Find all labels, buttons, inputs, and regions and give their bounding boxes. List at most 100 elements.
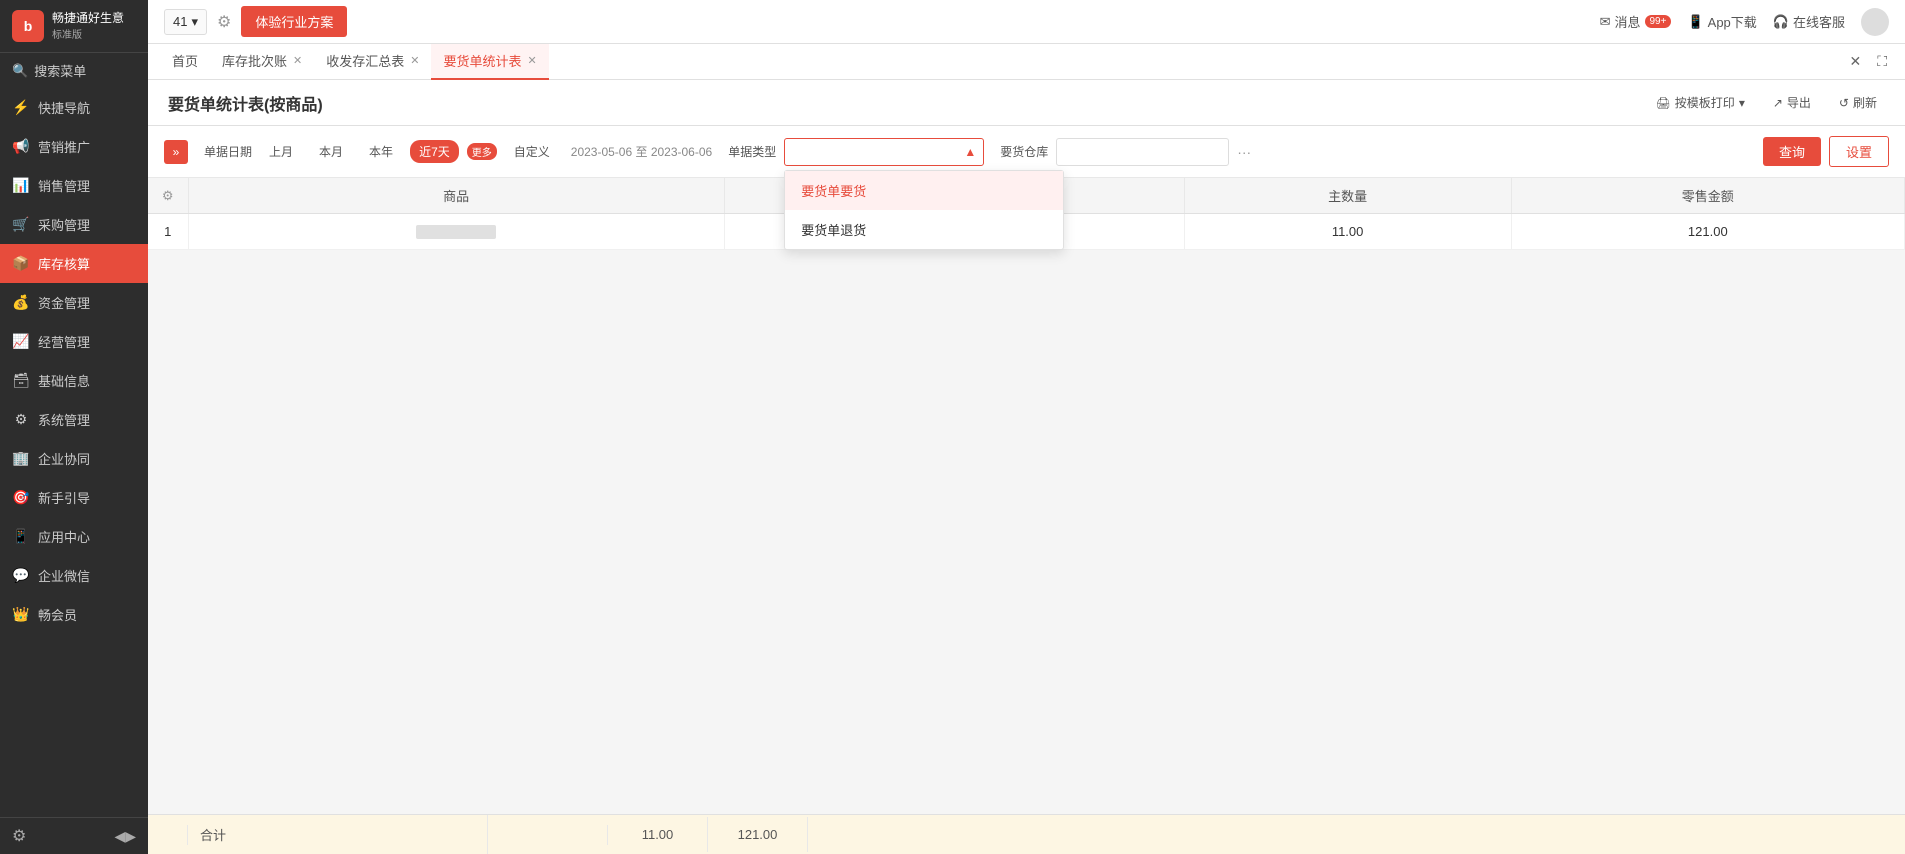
tab-batch-close[interactable]: ✕	[293, 54, 302, 67]
sidebar-item-appstore[interactable]: 📱 应用中心	[0, 517, 148, 556]
export-icon: ↗	[1773, 96, 1783, 110]
page-content: 要货单统计表(按商品) 🖨 按模板打印 ▾ ↗ 导出 ↺ 刷新	[148, 80, 1905, 854]
footer-amount: 121.00	[708, 817, 808, 852]
type-select-arrow-up[interactable]: ▲	[964, 145, 976, 159]
system-icon: ⚙	[12, 411, 30, 429]
type-select-input[interactable]	[784, 138, 984, 166]
sidebar-item-quick-nav[interactable]: ⚡ 快捷导航	[0, 88, 148, 127]
refresh-icon: ↺	[1839, 96, 1849, 110]
date-range-text: 2023-05-06 至 2023-06-06	[571, 143, 712, 160]
trial-button[interactable]: 体验行业方案	[241, 6, 347, 37]
tab-batch[interactable]: 库存批次账 ✕	[210, 44, 314, 80]
tab-home[interactable]: 首页	[160, 44, 210, 80]
sidebar-item-vip[interactable]: 👑 畅会员	[0, 595, 148, 634]
tab-expand-button[interactable]: ⛶	[1871, 51, 1893, 72]
page-actions: 🖨 按模板打印 ▾ ↗ 导出 ↺ 刷新	[1648, 90, 1885, 115]
marketing-icon: 📢	[12, 138, 30, 156]
download-icon: 📱	[1687, 14, 1703, 30]
sidebar-item-label: 企业协同	[38, 449, 90, 468]
tab-close-all-button[interactable]: ✕	[1843, 51, 1867, 72]
tab-requisition-label: 要货单统计表	[443, 51, 521, 70]
sidebar-item-sales[interactable]: 📊 销售管理	[0, 166, 148, 205]
sidebar-item-label: 经营管理	[38, 332, 90, 351]
search-menu[interactable]: 🔍 搜索菜单	[0, 53, 148, 88]
tab-summary-close[interactable]: ✕	[410, 54, 419, 67]
sales-icon: 📊	[12, 177, 30, 195]
col-product: 商品	[188, 178, 724, 214]
dropdown-item-requisition-return[interactable]: 要货单退货	[785, 210, 1063, 249]
chevron-down-icon: ▾	[191, 14, 198, 30]
sidebar-item-label: 销售管理	[38, 176, 90, 195]
column-settings-icon[interactable]: ⚙	[162, 188, 174, 204]
date-filter-label: 单据日期	[204, 143, 252, 160]
more-dates-badge[interactable]: 更多	[467, 143, 497, 160]
search-menu-label: 搜索菜单	[34, 61, 86, 80]
warehouse-select-input[interactable]	[1056, 138, 1229, 166]
sidebar-item-system[interactable]: ⚙ 系统管理	[0, 400, 148, 439]
sidebar-item-finance[interactable]: 💰 资金管理	[0, 283, 148, 322]
topbar: 41 ▾ ⚙ 体验行业方案 ✉ 消息 99+ 📱 App下载 🎧 在线客服	[148, 0, 1905, 44]
date-this-month-btn[interactable]: 本月	[310, 139, 352, 164]
app-download-button[interactable]: 📱 App下载	[1687, 12, 1756, 31]
sidebar-collapse-icon[interactable]: ◀▶	[114, 828, 136, 845]
sidebar-item-label: 库存核算	[38, 254, 90, 273]
more-filters-icon[interactable]: ···	[1237, 144, 1251, 160]
sidebar-item-marketing[interactable]: 📢 营销推广	[0, 127, 148, 166]
query-button[interactable]: 查询	[1763, 137, 1821, 166]
row-index: 1	[148, 214, 188, 250]
messages-label: 消息	[1614, 12, 1640, 31]
print-label: 按模板打印	[1675, 94, 1735, 111]
footer-unit-empty	[488, 825, 608, 845]
type-filter-label: 单据类型	[728, 143, 776, 160]
sidebar-item-label: 应用中心	[38, 527, 90, 546]
refresh-button[interactable]: ↺ 刷新	[1831, 90, 1885, 115]
date-custom-btn[interactable]: 自定义	[505, 139, 559, 164]
sidebar-item-inventory[interactable]: 📦 库存核算	[0, 244, 148, 283]
search-icon: 🔍	[12, 63, 28, 79]
warehouse-filter-label: 要货仓库	[1000, 143, 1048, 160]
sidebar-item-label: 企业微信	[38, 566, 90, 585]
sidebar-item-label: 畅会员	[38, 605, 77, 624]
tab-requisition-close[interactable]: ✕	[528, 54, 537, 67]
sidebar-item-purchase[interactable]: 🛒 采购管理	[0, 205, 148, 244]
settings-icon[interactable]: ⚙	[217, 12, 231, 32]
sidebar-item-label: 新手引导	[38, 488, 90, 507]
date-prev-month-btn[interactable]: 上月	[260, 139, 302, 164]
print-button[interactable]: 🖨 按模板打印 ▾	[1648, 90, 1753, 115]
export-button[interactable]: ↗ 导出	[1765, 90, 1819, 115]
tab-summary[interactable]: 收发存汇总表 ✕	[314, 44, 431, 80]
date-this-year-btn[interactable]: 本年	[360, 139, 402, 164]
date-filter-group: 单据日期 上月 本月 本年 近7天 更多 自定义 2023-05-06 至 20…	[204, 139, 712, 164]
online-service-button[interactable]: 🎧 在线客服	[1773, 12, 1845, 31]
branch-selector[interactable]: 41 ▾	[164, 9, 207, 35]
col-quantity: 主数量	[1184, 178, 1511, 214]
col-settings: ⚙	[148, 178, 188, 214]
date-last7days-btn[interactable]: 近7天	[410, 140, 459, 163]
tab-requisition[interactable]: 要货单统计表 ✕	[431, 44, 548, 80]
sidebar-logo: b 畅捷通好生意 标准版	[0, 0, 148, 53]
filter-bar: » 单据日期 上月 本月 本年 近7天 更多 自定义 2023-05-06 至 …	[148, 126, 1905, 178]
type-select-container: ▲ 要货单要货 要货单退货	[784, 138, 984, 166]
sidebar-item-wechat[interactable]: 💬 企业微信	[0, 556, 148, 595]
footer-label: 合计	[188, 815, 488, 854]
messages-button[interactable]: ✉ 消息 99+	[1600, 12, 1672, 31]
service-icon: 🎧	[1773, 14, 1789, 30]
filter-settings-button[interactable]: 设置	[1829, 136, 1889, 167]
sidebar-item-label: 快捷导航	[38, 98, 90, 117]
sidebar-item-guide[interactable]: 🎯 新手引导	[0, 478, 148, 517]
user-avatar[interactable]	[1861, 8, 1889, 36]
footer-empty-1	[148, 825, 188, 845]
sidebar-item-basic[interactable]: 🗃 基础信息	[0, 361, 148, 400]
message-icon: ✉	[1600, 14, 1611, 30]
dropdown-item-requisition-order[interactable]: 要货单要货	[785, 171, 1063, 210]
product-placeholder	[416, 225, 496, 239]
app-edition: 标准版	[52, 26, 124, 41]
sidebar-settings-icon[interactable]: ⚙	[12, 826, 26, 846]
filter-expand-button[interactable]: »	[164, 140, 188, 164]
sidebar-item-operation[interactable]: 📈 经营管理	[0, 322, 148, 361]
sidebar-item-enterprise[interactable]: 🏢 企业协同	[0, 439, 148, 478]
basic-icon: 🗃	[12, 372, 30, 390]
sidebar-nav: ⚡ 快捷导航 📢 营销推广 📊 销售管理 🛒 采购管理 📦 库存核算 💰 资金管…	[0, 88, 148, 817]
topbar-right: ✉ 消息 99+ 📱 App下载 🎧 在线客服	[1600, 8, 1889, 36]
sidebar-item-label: 采购管理	[38, 215, 90, 234]
